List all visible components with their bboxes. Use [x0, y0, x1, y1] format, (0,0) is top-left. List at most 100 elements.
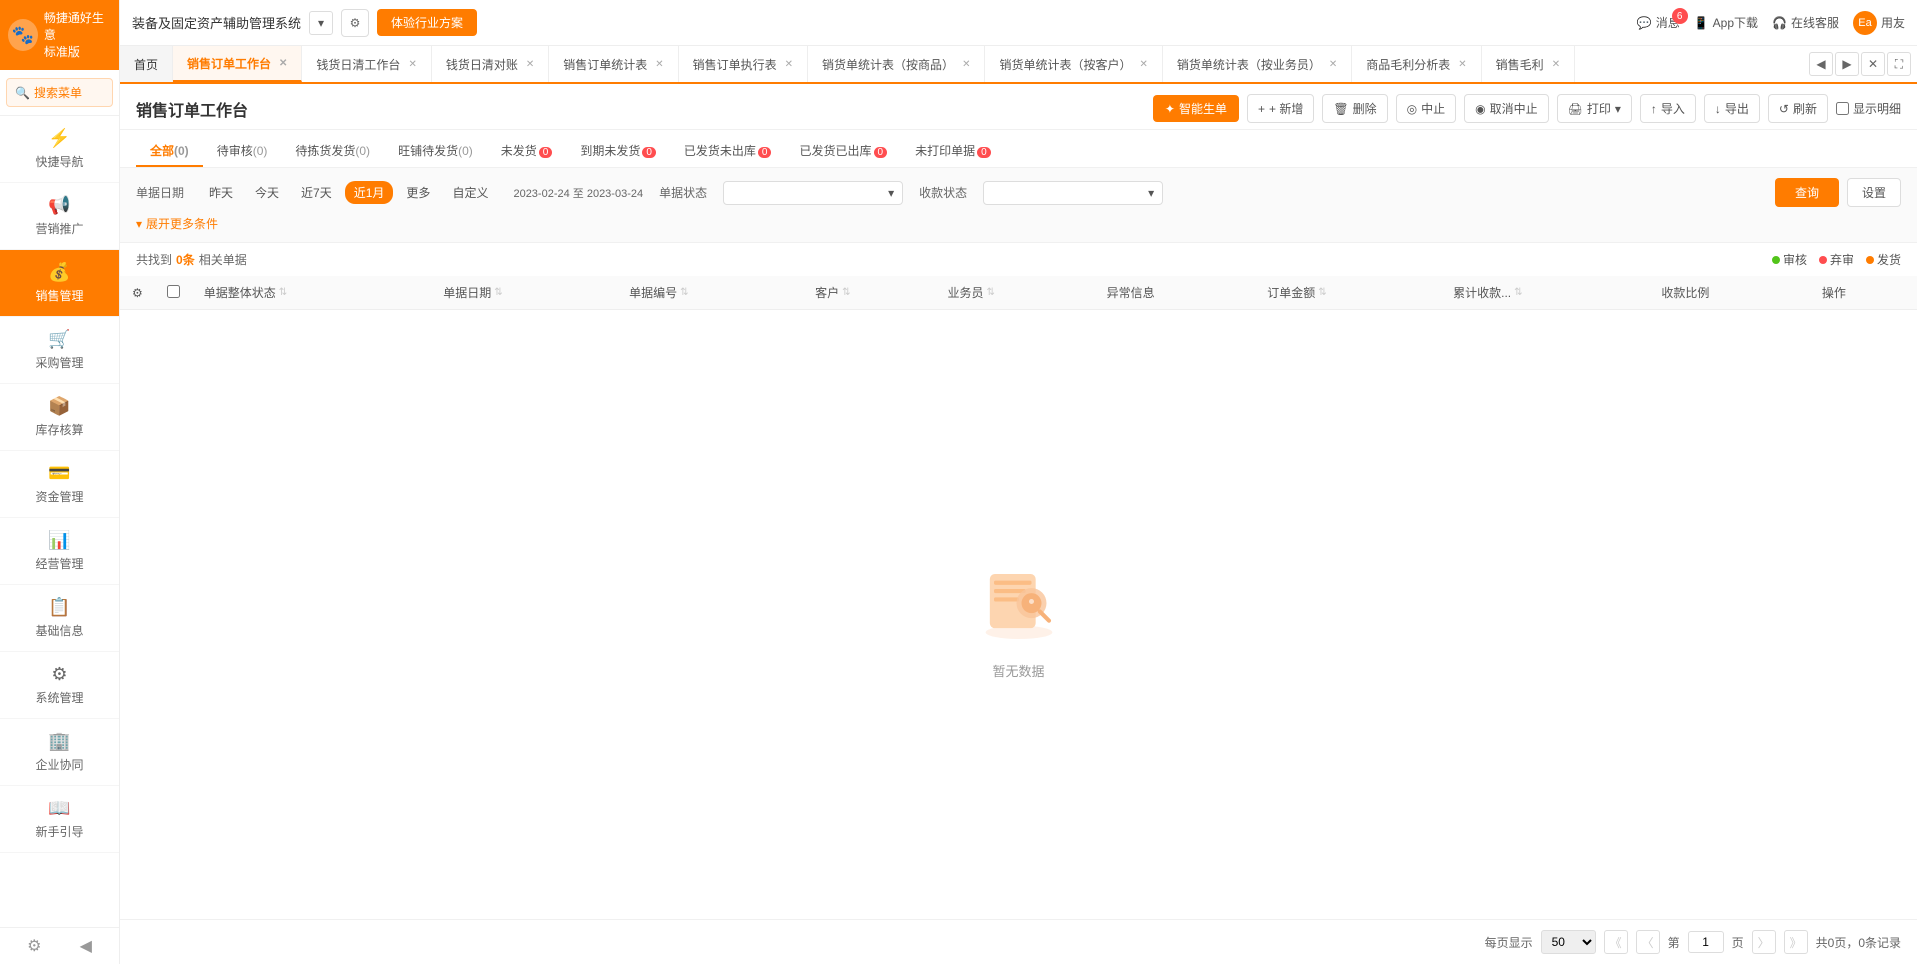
- ship-action[interactable]: 发货: [1866, 251, 1901, 268]
- tab-gross-profit[interactable]: 商品毛利分析表 ✕: [1352, 46, 1481, 82]
- sub-tab-pending-inspect[interactable]: 待拣货发货(0): [281, 136, 384, 167]
- collection-filter-label: 收款状态: [919, 184, 967, 201]
- app-download-button[interactable]: 📱 App下载: [1694, 14, 1758, 31]
- tab-close-all[interactable]: ✕: [1861, 52, 1885, 76]
- sidebar-item-finance[interactable]: 💳 资金管理: [0, 451, 119, 518]
- sidebar-collapse-button[interactable]: ◀: [80, 936, 92, 956]
- cancel-review-action[interactable]: 弃审: [1819, 251, 1854, 268]
- tab-close-cash-reconcile[interactable]: ✕: [526, 59, 534, 70]
- sub-tab-pending-review[interactable]: 待审核(0): [203, 136, 282, 167]
- tab-sales-workbench[interactable]: 销售订单工作台 ✕: [173, 46, 302, 82]
- sidebar-item-basic-info[interactable]: 📋 基础信息: [0, 585, 119, 652]
- message-button[interactable]: 💬 消息 6: [1637, 14, 1680, 31]
- sort-date[interactable]: 单据日期 ⇅: [443, 284, 605, 301]
- pagination-prev[interactable]: 〈: [1636, 930, 1660, 954]
- sidebar-item-guide[interactable]: 📖 新手引导: [0, 786, 119, 853]
- show-detail-toggle[interactable]: 显示明细: [1836, 100, 1901, 117]
- sort-collected[interactable]: 累计收款... ⇅: [1453, 284, 1637, 301]
- system-dropdown[interactable]: ▾: [309, 11, 333, 35]
- tab-close-sales-by-product[interactable]: ✕: [962, 59, 970, 70]
- sort-staff[interactable]: 业务员 ⇅: [948, 284, 1083, 301]
- import-button[interactable]: ↑ 导入: [1640, 94, 1696, 123]
- tab-fullscreen[interactable]: ⛶: [1887, 52, 1911, 76]
- sub-tab-wangpu[interactable]: 旺铺待发货(0): [384, 136, 487, 167]
- tab-sales-by-staff[interactable]: 销货单统计表（按业务员） ✕: [1163, 46, 1352, 82]
- online-service-button[interactable]: 🎧 在线客服: [1772, 14, 1839, 31]
- sub-tab-shipped-not-out[interactable]: 已发货未出库0: [670, 136, 786, 167]
- show-detail-checkbox[interactable]: [1836, 102, 1849, 115]
- tab-close-sales-exec[interactable]: ✕: [785, 59, 793, 70]
- th-checkbox[interactable]: [155, 276, 192, 310]
- sidebar-item-quick-nav[interactable]: ⚡ 快捷导航: [0, 116, 119, 183]
- date-last7[interactable]: 近7天: [292, 181, 341, 204]
- sidebar-item-sales[interactable]: 💰 销售管理: [0, 250, 119, 317]
- print-button[interactable]: 🖨 打印 ▾: [1557, 94, 1632, 123]
- tab-scroll-next[interactable]: ▶: [1835, 52, 1859, 76]
- tab-cash-daily[interactable]: 钱货日清工作台 ✕: [302, 46, 431, 82]
- tab-close-sales-workbench[interactable]: ✕: [279, 58, 287, 69]
- review-action[interactable]: 审核: [1772, 251, 1807, 268]
- tab-sales-by-product[interactable]: 销货单统计表（按商品） ✕: [808, 46, 985, 82]
- tab-close-sales-stat[interactable]: ✕: [655, 59, 663, 70]
- expand-more-button[interactable]: ▾ 展开更多条件: [136, 215, 218, 232]
- topbar-settings-button[interactable]: ⚙: [341, 9, 369, 37]
- sidebar-item-enterprise[interactable]: 🏢 企业协同: [0, 719, 119, 786]
- date-last1m[interactable]: 近1月: [345, 181, 394, 204]
- user-menu-button[interactable]: Ea 用友: [1853, 11, 1905, 35]
- date-yesterday[interactable]: 昨天: [200, 181, 242, 204]
- sub-tab-all[interactable]: 全部(0): [136, 136, 203, 167]
- collection-filter-select[interactable]: ▾: [983, 181, 1163, 205]
- tab-cash-reconcile[interactable]: 钱货日清对账 ✕: [432, 46, 549, 82]
- industry-solution-button[interactable]: 体验行业方案: [377, 9, 477, 36]
- stop-button[interactable]: ◎ 中止: [1396, 94, 1457, 123]
- sub-tab-not-printed[interactable]: 未打印单据0: [901, 136, 1005, 167]
- sidebar-item-inventory[interactable]: 📦 库存核算: [0, 384, 119, 451]
- tab-sales-by-customer[interactable]: 销货单统计表（按客户） ✕: [985, 46, 1162, 82]
- select-all-checkbox[interactable]: [167, 285, 180, 298]
- date-custom[interactable]: 自定义: [443, 181, 497, 204]
- tab-sales-stat[interactable]: 销售订单统计表 ✕: [549, 46, 678, 82]
- status-filter-select[interactable]: ▾: [723, 181, 903, 205]
- sort-amount[interactable]: 订单金额 ⇅: [1267, 284, 1429, 301]
- pagination-last[interactable]: 》: [1784, 930, 1808, 954]
- th-config[interactable]: ⚙: [120, 276, 155, 310]
- refresh-button[interactable]: ↺ 刷新: [1768, 94, 1828, 123]
- tab-sales-exec[interactable]: 销售订单执行表 ✕: [679, 46, 808, 82]
- tab-home[interactable]: 首页: [120, 46, 173, 82]
- sub-tab-not-shipped[interactable]: 未发货0: [487, 136, 567, 167]
- tab-sales-profit[interactable]: 销售毛利 ✕: [1482, 46, 1575, 82]
- date-today[interactable]: 今天: [246, 181, 288, 204]
- table-summary: 共找到 0条 相关单据 审核 弃审: [120, 243, 1917, 276]
- sidebar-item-purchase[interactable]: 🛒 采购管理: [0, 317, 119, 384]
- page-number-input[interactable]: [1688, 931, 1724, 953]
- pagination-first[interactable]: 《: [1604, 930, 1628, 954]
- column-config-icon[interactable]: ⚙: [132, 286, 143, 300]
- sub-tab-expired-not-shipped[interactable]: 到期未发货0: [566, 136, 670, 167]
- th-abnormal: 异常信息: [1095, 276, 1256, 310]
- add-button[interactable]: + + 新增: [1247, 94, 1314, 123]
- tab-close-sales-profit[interactable]: ✕: [1552, 59, 1560, 70]
- pagination-next[interactable]: 〉: [1752, 930, 1776, 954]
- tab-close-sales-by-customer[interactable]: ✕: [1139, 59, 1147, 70]
- sidebar-item-system[interactable]: ⚙ 系统管理: [0, 652, 119, 719]
- tab-close-cash-daily[interactable]: ✕: [408, 59, 416, 70]
- search-menu-button[interactable]: 🔍 搜索菜单: [6, 78, 113, 107]
- smart-order-button[interactable]: ✦ 智能生单: [1153, 95, 1239, 122]
- sort-number[interactable]: 单据编号 ⇅: [629, 284, 791, 301]
- query-button[interactable]: 查询: [1775, 178, 1839, 207]
- delete-button[interactable]: 🗑 删除: [1322, 94, 1387, 123]
- cancel-stop-button[interactable]: ◉ 取消中止: [1464, 94, 1549, 123]
- tab-close-sales-by-staff[interactable]: ✕: [1329, 59, 1337, 70]
- sort-status[interactable]: 单据整体状态 ⇅: [204, 284, 419, 301]
- sidebar-item-marketing[interactable]: 📢 营销推广: [0, 183, 119, 250]
- sidebar-item-operations[interactable]: 📊 经营管理: [0, 518, 119, 585]
- tab-close-gross-profit[interactable]: ✕: [1458, 59, 1466, 70]
- sort-customer[interactable]: 客户 ⇅: [815, 284, 923, 301]
- per-page-select[interactable]: 50 10 20 100: [1541, 930, 1596, 954]
- date-more[interactable]: 更多: [397, 181, 439, 204]
- sub-tab-shipped-out[interactable]: 已发货已出库0: [785, 136, 901, 167]
- tab-scroll-prev[interactable]: ◀: [1809, 52, 1833, 76]
- setup-button[interactable]: 设置: [1847, 178, 1901, 207]
- export-button[interactable]: ↓ 导出: [1704, 94, 1760, 123]
- sidebar-settings-button[interactable]: ⚙: [27, 936, 41, 956]
